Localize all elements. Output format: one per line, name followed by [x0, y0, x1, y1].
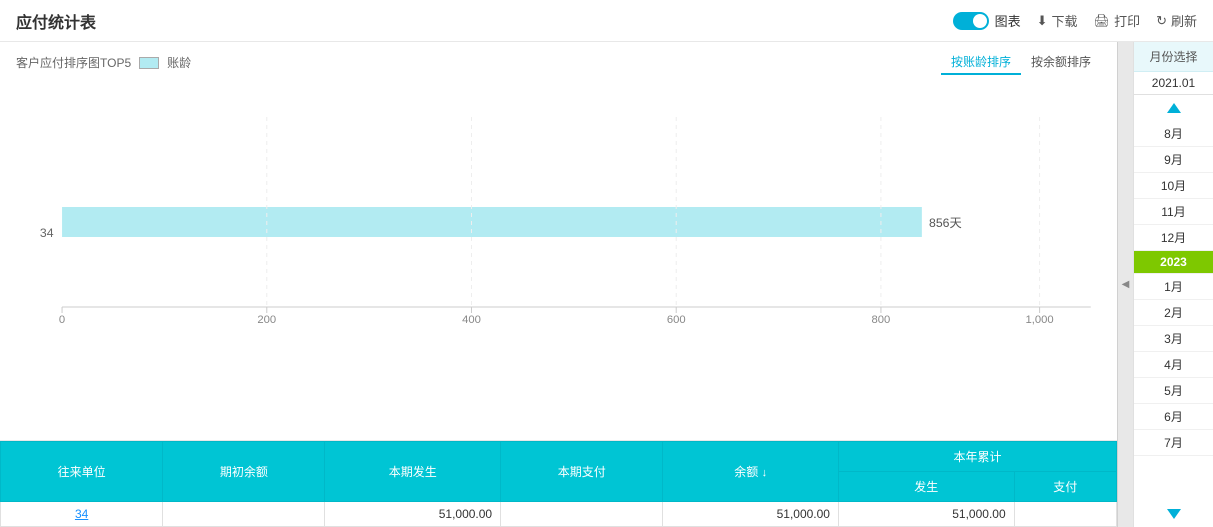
- chart-toggle-wrapper[interactable]: 图表: [953, 11, 1021, 30]
- chevron-up-icon[interactable]: [1167, 103, 1181, 113]
- sidebar-months: 8月9月10月11月12月20231月2月3月4月5月6月7月: [1134, 121, 1213, 501]
- app-container: 应付统计表 图表 ⬇ 下载 🖨 打印 ↻ 刷新: [0, 0, 1213, 527]
- sidebar-month[interactable]: 3月: [1134, 326, 1213, 352]
- print-button[interactable]: 🖨 打印: [1094, 11, 1141, 30]
- sidebar-month[interactable]: 11月: [1134, 199, 1213, 225]
- chart-toggle[interactable]: [953, 12, 989, 30]
- sidebar-collapse-handle[interactable]: ◀: [1117, 42, 1133, 527]
- th-balance: 余额 ↓: [663, 442, 839, 502]
- td-balance: 51,000.00: [663, 502, 839, 527]
- header-actions: 图表 ⬇ 下载 🖨 打印 ↻ 刷新: [953, 11, 1197, 30]
- bar-value-label: 856天: [929, 216, 962, 230]
- th-opening: 期初余额: [163, 442, 325, 502]
- td-vendor[interactable]: 34: [1, 502, 163, 527]
- chart-legend-label: 客户应付排序图TOP5: [16, 54, 131, 71]
- sort-tabs: 按账龄排序 按余额排序: [941, 50, 1101, 75]
- th-ytd: 本年累计: [838, 442, 1116, 472]
- download-icon: ⬇: [1037, 13, 1048, 29]
- y-axis-label: 34: [40, 226, 54, 240]
- sidebar-down-button[interactable]: [1134, 501, 1213, 527]
- svg-text:400: 400: [462, 314, 481, 326]
- toggle-label: 图表: [995, 11, 1021, 30]
- th-ytd-occurrence: 发生: [838, 472, 1014, 502]
- sort-by-balance-tab[interactable]: 按账龄排序: [941, 50, 1021, 75]
- table-section: 往来单位 期初余额 本期发生 本期支付 余额 ↓ 本年累计 发生: [0, 440, 1117, 527]
- legend-box-label: 账龄: [167, 54, 191, 71]
- th-vendor: 往来单位: [1, 442, 163, 502]
- sidebar-month[interactable]: 12月: [1134, 225, 1213, 251]
- sidebar-month[interactable]: 6月: [1134, 404, 1213, 430]
- th-ytd-payment: 支付: [1014, 472, 1116, 502]
- sidebar-month[interactable]: 1月: [1134, 274, 1213, 300]
- toggle-dot: [973, 14, 987, 28]
- download-label: 下载: [1052, 11, 1078, 30]
- sidebar-month[interactable]: 4月: [1134, 352, 1213, 378]
- th-current-payment: 本期支付: [501, 442, 663, 502]
- bar-chart: 34 856天 0 200 400 600: [16, 87, 1101, 367]
- table-row: 34 51,000.00 51,000.00 51,000.00: [1, 502, 1117, 527]
- svg-text:800: 800: [872, 314, 891, 326]
- td-ytd-payment: [1014, 502, 1116, 527]
- chart-section: 客户应付排序图TOP5 账龄 按账龄排序 按余额排序 34 856天: [0, 42, 1117, 527]
- header: 应付统计表 图表 ⬇ 下载 🖨 打印 ↻ 刷新: [0, 0, 1213, 42]
- chart-controls: 客户应付排序图TOP5 账龄 按账龄排序 按余额排序: [0, 42, 1117, 79]
- td-current-occurrence: 51,000.00: [325, 502, 501, 527]
- sidebar-month[interactable]: 9月: [1134, 147, 1213, 173]
- chevron-down-icon[interactable]: [1167, 509, 1181, 519]
- td-current-payment: [501, 502, 663, 527]
- svg-text:600: 600: [667, 314, 686, 326]
- refresh-button[interactable]: ↻ 刷新: [1156, 11, 1197, 30]
- td-ytd-occurrence: 51,000.00: [838, 502, 1014, 527]
- sidebar-month[interactable]: 5月: [1134, 378, 1213, 404]
- sort-by-amount-tab[interactable]: 按余额排序: [1021, 50, 1101, 75]
- sidebar-up-button[interactable]: [1134, 95, 1213, 121]
- td-opening: [163, 502, 325, 527]
- main-content: 客户应付排序图TOP5 账龄 按账龄排序 按余额排序 34 856天: [0, 42, 1213, 527]
- print-label: 打印: [1114, 11, 1140, 30]
- chart-bar: [62, 207, 922, 237]
- collapse-icon: ◀: [1122, 279, 1130, 290]
- sidebar-month[interactable]: 2023: [1134, 251, 1213, 274]
- legend-box: [139, 57, 159, 69]
- print-icon: 🖨: [1094, 13, 1111, 29]
- svg-text:200: 200: [257, 314, 276, 326]
- sidebar-month[interactable]: 10月: [1134, 173, 1213, 199]
- sidebar: 月份选择 2021.01 8月9月10月11月12月20231月2月3月4月5月…: [1133, 42, 1213, 527]
- chart-legend: 客户应付排序图TOP5 账龄: [16, 54, 191, 71]
- sidebar-header: 月份选择: [1134, 42, 1213, 72]
- sidebar-month[interactable]: 7月: [1134, 430, 1213, 456]
- sidebar-month[interactable]: 2月: [1134, 300, 1213, 326]
- data-table: 往来单位 期初余额 本期发生 本期支付 余额 ↓ 本年累计 发生: [0, 441, 1117, 527]
- refresh-label: 刷新: [1171, 11, 1197, 30]
- svg-text:1,000: 1,000: [1026, 314, 1054, 326]
- sidebar-year[interactable]: 2021.01: [1134, 72, 1213, 95]
- svg-text:0: 0: [59, 314, 65, 326]
- download-button[interactable]: ⬇ 下载: [1037, 11, 1078, 30]
- chart-wrapper: 34 856天 0 200 400 600: [0, 79, 1117, 440]
- sidebar-month[interactable]: 8月: [1134, 121, 1213, 147]
- page-title: 应付统计表: [16, 9, 96, 33]
- refresh-icon: ↻: [1156, 13, 1167, 29]
- th-current-occurrence: 本期发生: [325, 442, 501, 502]
